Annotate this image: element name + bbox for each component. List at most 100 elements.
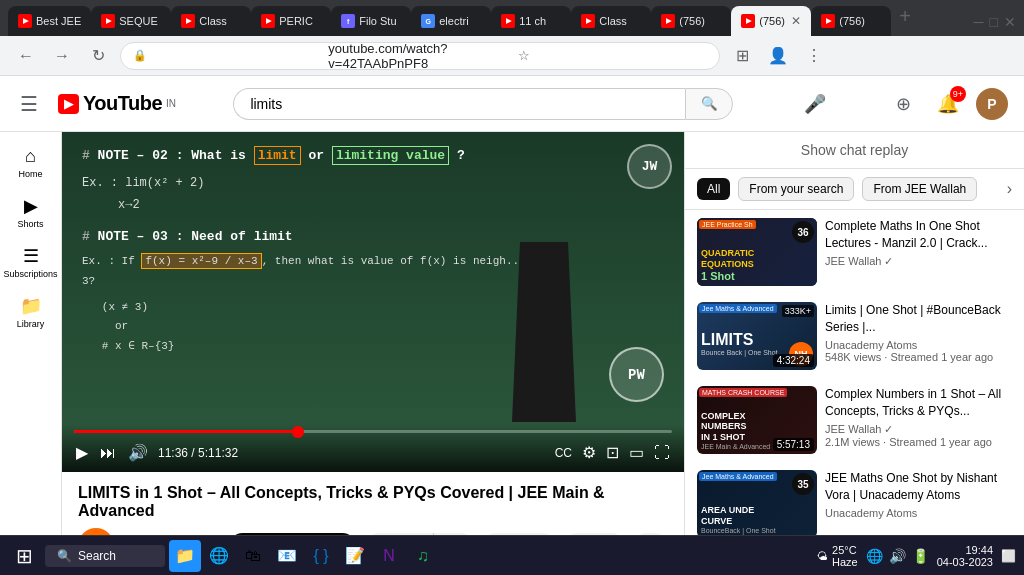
list-item[interactable]: Jee Maths & Advanced LIMITS Bounce Back … [685, 294, 1024, 378]
channel-avatar[interactable]: JW [78, 528, 114, 535]
next-button[interactable]: ⏭ [98, 442, 118, 464]
tab-5[interactable]: f Filo Stu [331, 6, 411, 36]
sidebar-label-library: Library [17, 319, 45, 329]
avatar[interactable]: P [976, 88, 1008, 120]
chalk-ex2: Ex. : If f(x) = x²–9 / x–3, then what is… [82, 252, 544, 292]
search-button[interactable]: 🔍 [685, 88, 733, 120]
video-frame[interactable]: # NOTE – 02 : What is limit or limiting … [62, 132, 684, 472]
shorts-icon: ▶ [24, 195, 38, 217]
taskbar-clock: 19:44 04-03-2023 [937, 544, 993, 568]
navigation-bar: ← → ↻ 🔒 youtube.com/watch?v=42TAAbPnPF8 … [0, 36, 1024, 76]
play-button[interactable]: ▶ [74, 441, 90, 464]
tab-1[interactable]: ▶ Best JEE [8, 6, 91, 36]
taskbar-app-notion[interactable]: 📝 [339, 540, 371, 572]
taskbar-app-vscode[interactable]: { } [305, 540, 337, 572]
tab-label-11: (756) [839, 15, 865, 27]
tab-close-10[interactable]: ✕ [791, 14, 801, 28]
close-button[interactable]: ✕ [1004, 14, 1016, 30]
taskbar-app-onenote[interactable]: N [373, 540, 405, 572]
tab-10[interactable]: ▶ (756) ✕ [731, 6, 811, 36]
right-panel: Show chat replay All From your search Fr… [684, 132, 1024, 535]
subscriptions-icon: ☰ [23, 245, 39, 267]
tab-2[interactable]: ▶ SEQUE [91, 6, 171, 36]
video-player: # NOTE – 02 : What is limit or limiting … [62, 132, 684, 472]
sidebar-item-subscriptions[interactable]: ☰ Subscriptions [3, 239, 59, 285]
show-desktop-button[interactable]: ⬜ [1001, 549, 1016, 563]
tab-8[interactable]: ▶ Class [571, 6, 651, 36]
minimize-button[interactable]: ─ [974, 14, 984, 30]
browser-tab-bar: ▶ Best JEE ▶ SEQUE ▶ Class ▶ PERIC f Fil… [0, 0, 1024, 36]
video-item-title-1: Complete Maths In One Shot Lectures - Ma… [825, 218, 1012, 252]
filter-from-channel[interactable]: From JEE Wallah [862, 177, 977, 201]
library-icon: 📁 [20, 295, 42, 317]
start-button[interactable]: ⊞ [8, 540, 41, 572]
tab-favicon-10: ▶ [741, 14, 755, 28]
tab-4[interactable]: ▶ PERIC [251, 6, 331, 36]
list-item[interactable]: Jee Maths & Advanced AREA UNDECURVE Boun… [685, 462, 1024, 535]
mic-button[interactable]: 🎤 [799, 88, 831, 120]
progress-dot [292, 426, 304, 438]
create-button[interactable]: ⊕ [888, 88, 920, 120]
progress-bar[interactable] [74, 430, 672, 433]
tab-label-10: (756) [759, 15, 785, 27]
progress-fill [74, 430, 298, 433]
tab-9[interactable]: ▶ (756) [651, 6, 731, 36]
filter-all[interactable]: All [697, 178, 730, 200]
tab-favicon-9: ▶ [661, 14, 675, 28]
sidebar-item-home[interactable]: ⌂ Home [3, 140, 59, 185]
back-button[interactable]: ← [12, 42, 40, 70]
list-item[interactable]: JEE Practice Sh QUADRATICEQUATIONS 1 Sho… [685, 210, 1024, 294]
tab-11[interactable]: ▶ (756) [811, 6, 891, 36]
sidebar-item-shorts[interactable]: ▶ Shorts [3, 189, 59, 235]
sidebar-item-library[interactable]: 📁 Library [3, 289, 59, 335]
menu-button[interactable]: ☰ [16, 88, 42, 120]
filter-arrow-button[interactable]: › [1007, 180, 1012, 198]
taskbar-app-mail[interactable]: 📧 [271, 540, 303, 572]
video-meta-2: Limits | One Shot | #BounceBack Series |… [825, 302, 1012, 370]
forward-button[interactable]: → [48, 42, 76, 70]
taskbar-app-edge[interactable]: 🌐 [203, 540, 235, 572]
channel-row: JW JEE Wallah ✓ 1.22M subscribers 🔔 Subs… [78, 528, 668, 535]
mute-button[interactable]: 🔊 [126, 441, 150, 464]
tab-favicon-6: G [421, 14, 435, 28]
taskbar-search-button[interactable]: 🔍 Search [45, 545, 165, 567]
chat-replay-button[interactable]: Show chat replay [685, 132, 1024, 169]
speaker-icon[interactable]: 🔊 [889, 548, 906, 564]
video-item-channel-4: Unacademy Atoms [825, 507, 1012, 519]
taskbar-app-store[interactable]: 🛍 [237, 540, 269, 572]
bookmark-icon[interactable]: ☆ [518, 48, 707, 63]
video-thumbnail-3: MATHS CRASH COURSE COMPLEXNUMBERSIN 1 SH… [697, 386, 817, 454]
url-display: youtube.com/watch?v=42TAAbPnPF8 [328, 41, 517, 71]
profile-button[interactable]: 👤 [764, 42, 792, 70]
maximize-button[interactable]: □ [990, 14, 998, 30]
taskbar-right: 🌤 25°C Haze 🌐 🔊 🔋 19:44 04-03-2023 ⬜ [817, 544, 1016, 568]
settings-button[interactable]: ⋮ [800, 42, 828, 70]
address-bar[interactable]: 🔒 youtube.com/watch?v=42TAAbPnPF8 ☆ [120, 42, 720, 70]
tab-favicon-1: ▶ [18, 14, 32, 28]
thumb-number-4: 35 [792, 473, 814, 495]
fullscreen-button[interactable]: ⛶ [652, 442, 672, 464]
video-item-title-2: Limits | One Shot | #BounceBack Series |… [825, 302, 1012, 336]
reload-button[interactable]: ↻ [84, 42, 112, 70]
miniplayer-button[interactable]: ⊡ [604, 441, 621, 464]
notification-badge: 9+ [950, 86, 966, 102]
list-item[interactable]: MATHS CRASH COURSE COMPLEXNUMBERSIN 1 SH… [685, 378, 1024, 462]
notification-container: 🔔 9+ [932, 88, 964, 120]
theater-button[interactable]: ▭ [627, 441, 646, 464]
subtitles-button[interactable]: CC [553, 444, 574, 462]
settings-video-button[interactable]: ⚙ [580, 441, 598, 464]
taskbar-app-explorer[interactable]: 📁 [169, 540, 201, 572]
tab-favicon-7: ▶ [501, 14, 515, 28]
network-icon[interactable]: 🌐 [866, 548, 883, 564]
tab-6[interactable]: G electri [411, 6, 491, 36]
youtube-logo[interactable]: ▶ YouTube IN [58, 92, 176, 115]
tab-3[interactable]: ▶ Class [171, 6, 251, 36]
new-tab-button[interactable]: + [891, 1, 919, 32]
taskbar-app-spotify[interactable]: ♫ [407, 540, 439, 572]
extensions-button[interactable]: ⊞ [728, 42, 756, 70]
filter-from-search[interactable]: From your search [738, 177, 854, 201]
video-item-stats-3: 2.1M views · Streamed 1 year ago [825, 436, 1012, 448]
tab-7[interactable]: ▶ 11 ch [491, 6, 571, 36]
video-meta-3: Complex Numbers in 1 Shot – All Concepts… [825, 386, 1012, 454]
search-input[interactable] [233, 88, 685, 120]
